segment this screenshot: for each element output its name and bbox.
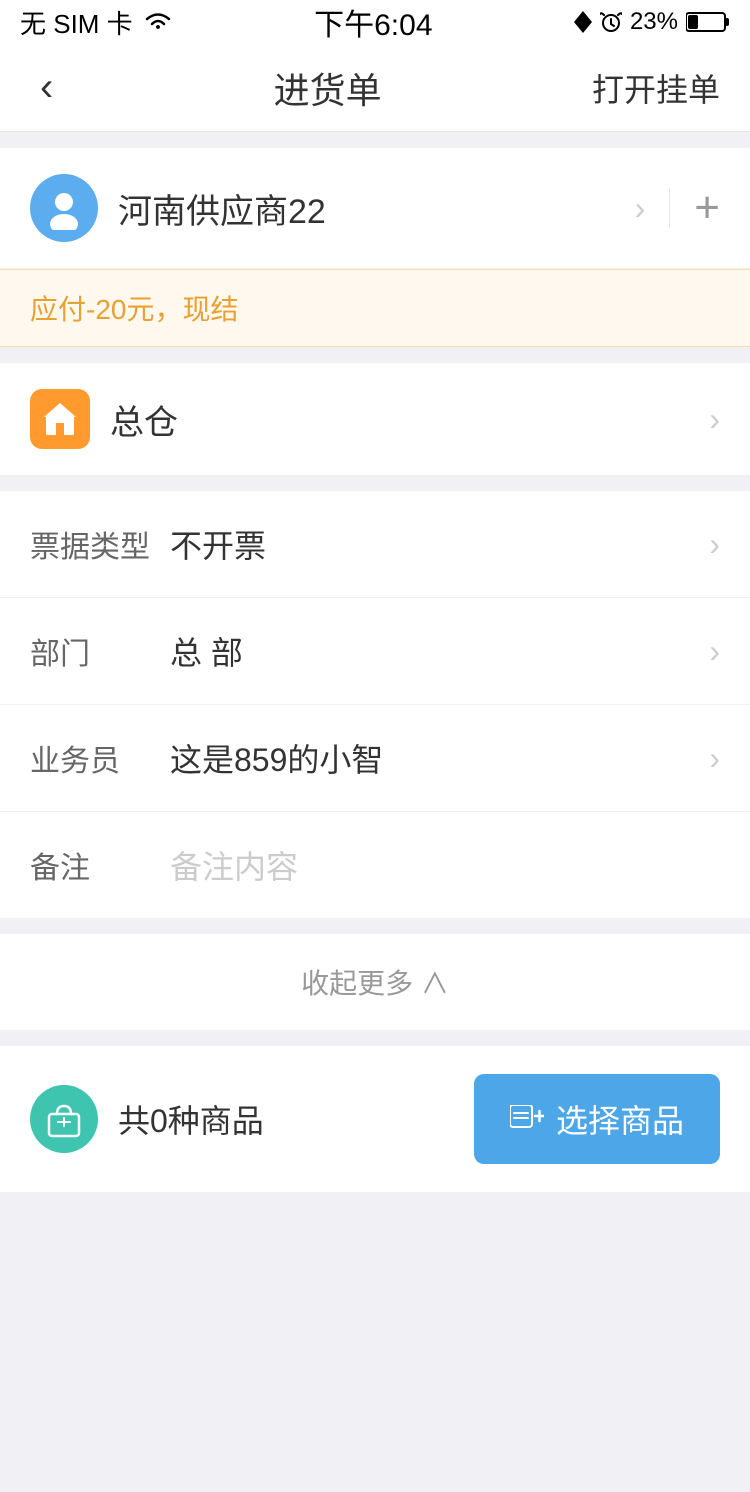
select-product-label: 选择商品 [556, 1096, 684, 1142]
person-icon [42, 186, 86, 230]
chevron-right-icon: › [709, 526, 720, 563]
form-section: 票据类型 不开票 › 部门 总 部 › 业务员 这是859的小智 › 备注 备注… [0, 491, 750, 918]
battery-icon [686, 11, 730, 33]
salesman-value: 这是859的小智 [160, 735, 709, 781]
supplier-avatar [30, 174, 98, 242]
chevron-right-icon: › [709, 401, 720, 438]
warehouse-building-icon [42, 401, 78, 437]
shopping-bag-icon [45, 1100, 83, 1138]
open-pending-button[interactable]: 打开挂单 [592, 65, 720, 111]
location-icon [574, 11, 592, 33]
department-value: 总 部 [160, 628, 709, 674]
remark-input[interactable]: 备注内容 [160, 842, 720, 888]
salesman-row[interactable]: 业务员 这是859的小智 › [0, 705, 750, 812]
wifi-icon [143, 11, 173, 33]
carrier-text: 无 SIM 卡 [20, 4, 133, 41]
add-supplier-button[interactable]: + [694, 183, 720, 233]
supplier-name: 河南供应商22 [118, 184, 635, 233]
product-count: 共0种商品 [118, 1096, 474, 1142]
ticket-type-value: 不开票 [160, 521, 709, 567]
status-time: 下午6:04 [314, 0, 432, 44]
supplier-row[interactable]: 河南供应商22 › + [0, 148, 750, 269]
department-label: 部门 [30, 629, 160, 673]
chevron-right-icon: › [635, 190, 646, 227]
alarm-icon [600, 11, 622, 33]
battery-text: 23% [630, 8, 678, 36]
chevron-right-icon: › [709, 633, 720, 670]
remark-label: 备注 [30, 843, 160, 887]
warehouse-section[interactable]: 总仓 › [0, 363, 750, 475]
supplier-notice: 应付-20元，现结 [0, 269, 750, 347]
page-title: 进货单 [274, 62, 382, 114]
product-section: 共0种商品 选择商品 [0, 1046, 750, 1192]
warehouse-row: 总仓 › [0, 363, 750, 475]
department-row[interactable]: 部门 总 部 › [0, 598, 750, 705]
warehouse-name: 总仓 [110, 395, 709, 444]
nav-bar: ‹ 进货单 打开挂单 [0, 44, 750, 132]
content-area: 河南供应商22 › + 应付-20元，现结 总仓 › 票据类型 不开票 › [0, 148, 750, 1492]
select-product-button[interactable]: 选择商品 [474, 1074, 720, 1164]
collapse-button[interactable]: 收起更多 ∧ [0, 934, 750, 1030]
vertical-divider [669, 188, 670, 228]
status-carrier: 无 SIM 卡 [20, 4, 173, 41]
supplier-section: 河南供应商22 › + 应付-20元，现结 [0, 148, 750, 347]
back-button[interactable]: ‹ [30, 55, 63, 120]
chevron-right-icon: › [709, 740, 720, 777]
warehouse-icon-bg [30, 389, 90, 449]
status-bar: 无 SIM 卡 下午6:04 23% [0, 0, 750, 44]
remark-row[interactable]: 备注 备注内容 [0, 812, 750, 918]
salesman-label: 业务员 [30, 736, 160, 780]
bottom-space [0, 1192, 750, 1492]
ticket-type-row[interactable]: 票据类型 不开票 › [0, 491, 750, 598]
select-product-icon [510, 1105, 544, 1133]
product-icon-bg [30, 1085, 98, 1153]
ticket-type-label: 票据类型 [30, 522, 160, 566]
status-right: 23% [574, 8, 730, 36]
